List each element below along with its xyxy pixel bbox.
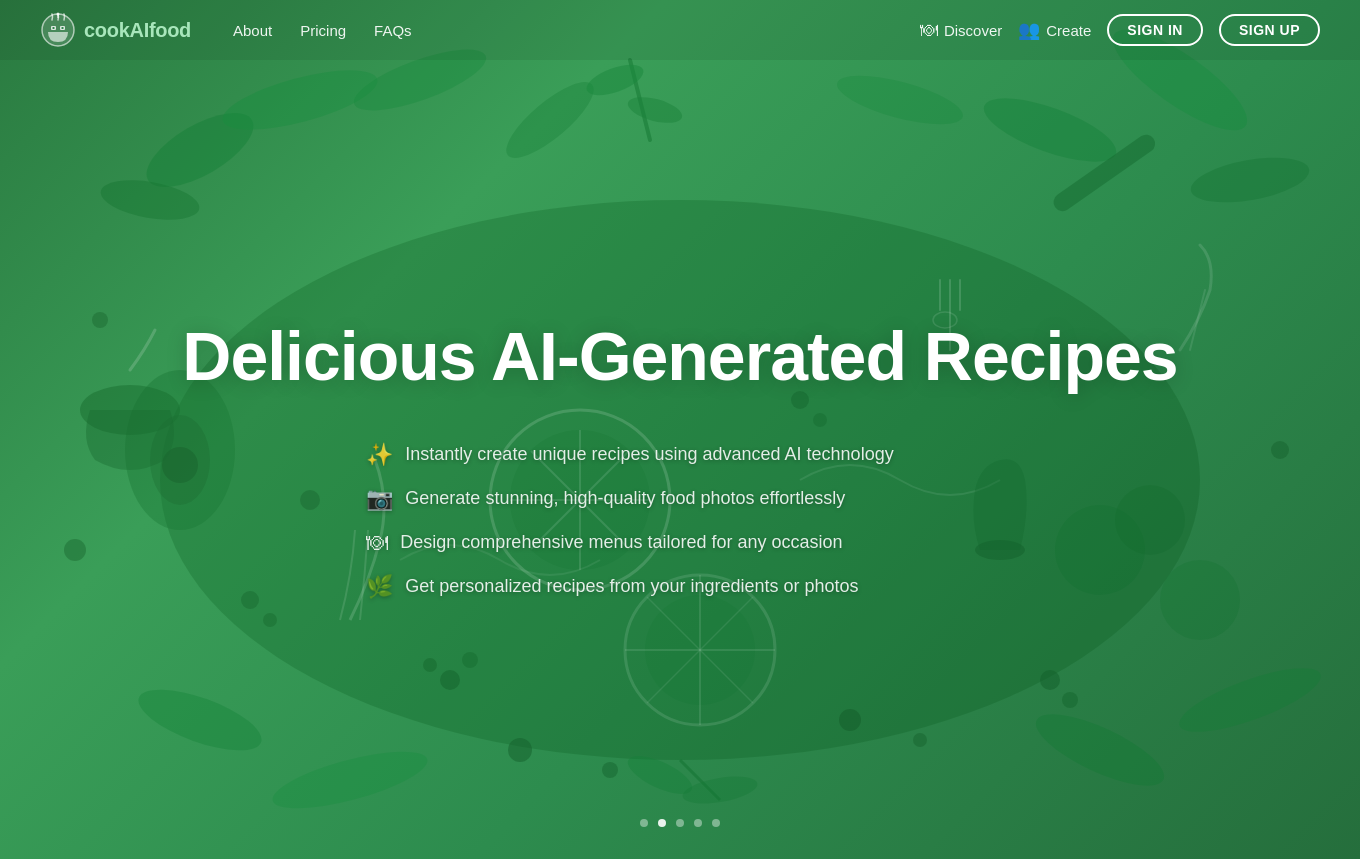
navbar: cookAIfood About Pricing FAQs 🍽 Discover… (0, 0, 1360, 60)
nav-links: About Pricing FAQs (223, 16, 422, 45)
feature-icon-1: ✨ (366, 442, 393, 468)
discover-link[interactable]: 🍽 Discover (920, 20, 1002, 41)
nav-link-about[interactable]: About (223, 16, 282, 45)
carousel-dots (640, 819, 720, 827)
logo[interactable]: cookAIfood (40, 12, 191, 48)
create-label: Create (1046, 22, 1091, 39)
nav-link-faqs[interactable]: FAQs (364, 16, 422, 45)
logo-text: cookAIfood (84, 19, 191, 42)
feature-item-2: 📷 Generate stunning, high-quality food p… (366, 486, 845, 512)
svg-rect-61 (62, 27, 64, 29)
carousel-dot-5[interactable] (712, 819, 720, 827)
feature-item-4: 🌿 Get personalized recipes from your ing… (366, 574, 858, 600)
nav-right: 🍽 Discover 👥 Create SIGN IN SIGN UP (920, 14, 1320, 46)
nav-link-pricing[interactable]: Pricing (290, 16, 356, 45)
nav-left: cookAIfood About Pricing FAQs (40, 12, 422, 48)
discover-label: Discover (944, 22, 1002, 39)
hero-title: Delicious AI-Generated Recipes (182, 319, 1177, 394)
feature-icon-2: 📷 (366, 486, 393, 512)
feature-text-3: Design comprehensive menus tailored for … (400, 532, 842, 553)
feature-icon-4: 🌿 (366, 574, 393, 600)
hero-content: Delicious AI-Generated Recipes ✨ Instant… (0, 60, 1360, 859)
svg-rect-60 (53, 27, 55, 29)
discover-icon: 🍽 (920, 20, 938, 41)
signin-button[interactable]: SIGN IN (1107, 14, 1203, 46)
logo-icon (40, 12, 76, 48)
hero-features: ✨ Instantly create unique recipes using … (366, 442, 893, 600)
feature-text-1: Instantly create unique recipes using ad… (405, 444, 893, 465)
carousel-dot-1[interactable] (640, 819, 648, 827)
feature-item-3: 🍽 Design comprehensive menus tailored fo… (366, 530, 842, 556)
carousel-dot-2[interactable] (658, 819, 666, 827)
signup-button[interactable]: SIGN UP (1219, 14, 1320, 46)
feature-text-2: Generate stunning, high-quality food pho… (405, 488, 845, 509)
create-icon: 👥 (1018, 19, 1040, 41)
carousel-dot-3[interactable] (676, 819, 684, 827)
svg-point-63 (57, 13, 60, 16)
feature-item-1: ✨ Instantly create unique recipes using … (366, 442, 893, 468)
feature-icon-3: 🍽 (366, 530, 388, 556)
feature-text-4: Get personalized recipes from your ingre… (405, 576, 858, 597)
create-link[interactable]: 👥 Create (1018, 19, 1091, 41)
hero-section: cookAIfood About Pricing FAQs 🍽 Discover… (0, 0, 1360, 859)
carousel-dot-4[interactable] (694, 819, 702, 827)
